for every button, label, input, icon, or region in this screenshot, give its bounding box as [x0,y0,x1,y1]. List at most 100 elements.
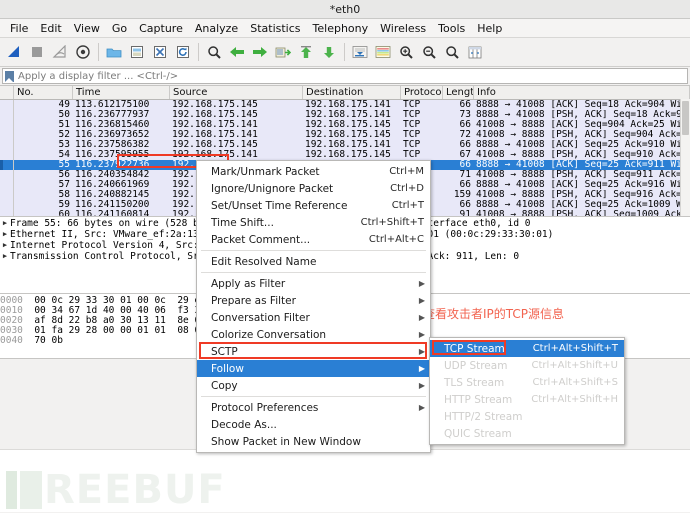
expand-arrow-icon[interactable]: ▶ [0,229,10,240]
resize-columns-icon[interactable] [464,41,486,63]
menu-file[interactable]: File [4,21,34,36]
context-menu-item-edit-resolved-name[interactable]: Edit Resolved Name [197,253,430,270]
packet-row-no: 49 [58,100,70,110]
column-header-no[interactable]: No. [14,86,73,99]
packet-row[interactable]: 54 116.237595955 192.168.175.141 192.168.17… [0,150,690,160]
zoom-reset-icon[interactable] [441,41,463,63]
packet-row-protocol: TCP [403,130,421,140]
expand-arrow-icon[interactable]: ▶ [0,218,10,229]
menu-go[interactable]: Go [106,21,133,36]
menu-capture[interactable]: Capture [133,21,189,36]
follow-submenu-item-tcp-stream[interactable]: TCP Stream Ctrl+Alt+Shift+T [430,340,624,357]
context-menu-item-time-shift[interactable]: Time Shift... Ctrl+Shift+T [197,214,430,231]
menu-wireless[interactable]: Wireless [374,21,432,36]
packet-row-source: 192.168.175.145 [172,140,258,150]
packet-row-info: 8888 → 41008 [ACK] Seq=25 Ack=911 Win=64… [476,160,690,170]
window-title: *eth0 [329,2,361,16]
packet-row-protocol: TCP [403,120,421,130]
watermark-text: REEBUF [44,467,226,513]
close-file-icon[interactable] [149,41,171,63]
context-menu-item-follow[interactable]: Follow ▶ [197,360,430,377]
context-menu-item-sctp[interactable]: SCTP ▶ [197,343,430,360]
menu-tools[interactable]: Tools [432,21,471,36]
packet-row-time: 116.240882145 [75,190,150,200]
context-menu-item-label: Decode As... [211,418,277,431]
packet-row[interactable]: 49 113.612175100 192.168.175.145 192.168.17… [0,100,690,110]
menu-view[interactable]: View [68,21,106,36]
go-back-icon[interactable] [226,41,248,63]
packet-row-time: 116.237586382 [75,140,150,150]
column-header-destination[interactable]: Destination [303,86,401,99]
zoom-out-icon[interactable] [418,41,440,63]
context-menu-item-shortcut: Ctrl+D [390,183,424,194]
restart-capture-icon[interactable] [49,41,71,63]
go-forward-icon[interactable] [249,41,271,63]
context-menu-item-copy[interactable]: Copy ▶ [197,377,430,394]
auto-scroll-icon[interactable] [349,41,371,63]
packet-row-info: 41008 → 8888 [PSH, ACK] Seq=916 Ack=25 W… [476,190,690,200]
packet-list-scrollbar[interactable] [680,99,690,216]
packet-row[interactable]: 50 116.236777937 192.168.175.145 192.168.17… [0,110,690,120]
colorize-icon[interactable] [372,41,394,63]
packet-row[interactable]: 52 116.236973652 192.168.175.141 192.168.17… [0,130,690,140]
context-menu-item-label: Colorize Conversation [211,328,327,341]
context-menu-item-prepare-as-filter[interactable]: Prepare as Filter ▶ [197,292,430,309]
packet-row-protocol: TCP [403,100,421,110]
context-menu-item-ignore-unignore-packet[interactable]: Ignore/Unignore Packet Ctrl+D [197,180,430,197]
capture-options-icon[interactable] [72,41,94,63]
packet-row-info: 41008 → 8888 [ACK] Seq=904 Ack=25 Win=64… [476,120,690,130]
submenu-arrow-icon: ▶ [418,279,425,288]
menu-statistics[interactable]: Statistics [244,21,306,36]
packet-row[interactable]: 53 116.237586382 192.168.175.145 192.168.17… [0,140,690,150]
context-menu-item-packet-comment[interactable]: Packet Comment... Ctrl+Alt+C [197,231,430,248]
context-menu-item-set-unset-time-reference[interactable]: Set/Unset Time Reference Ctrl+T [197,197,430,214]
menu-help[interactable]: Help [471,21,508,36]
packet-row-protocol: TCP [403,140,421,150]
expand-arrow-icon[interactable]: ▶ [0,251,10,262]
packet-row[interactable]: 51 116.236815460 192.168.175.141 192.168.17… [0,120,690,130]
follow-submenu[interactable]: TCP Stream Ctrl+Alt+Shift+T UDP Stream Ctrl… [429,337,625,445]
context-menu-item-protocol-preferences[interactable]: Protocol Preferences ▶ [197,399,430,416]
menu-telephony[interactable]: Telephony [307,21,375,36]
go-first-packet-icon[interactable] [295,41,317,63]
display-filter-bar: Apply a display filter ... <Ctrl-/> [0,67,690,86]
packet-row-no: 50 [58,110,70,120]
display-filter-input[interactable]: Apply a display filter ... <Ctrl-/> [2,68,688,84]
go-last-packet-icon[interactable] [318,41,340,63]
follow-submenu-item-http-stream: HTTP Stream Ctrl+Alt+Shift+H [430,391,624,408]
context-menu-separator [201,396,426,397]
context-menu-item-label: Set/Unset Time Reference [211,199,348,212]
find-packet-icon[interactable] [203,41,225,63]
packet-context-menu[interactable]: Mark/Unmark Packet Ctrl+M Ignore/Unignore … [196,160,431,453]
packet-row-no: 60 [58,210,70,217]
open-file-icon[interactable] [103,41,125,63]
menu-edit[interactable]: Edit [34,21,67,36]
column-header-protocol[interactable]: Protocol [401,86,443,99]
context-menu-item-conversation-filter[interactable]: Conversation Filter ▶ [197,309,430,326]
packet-row-time: 116.240354842 [75,170,150,180]
start-capture-icon[interactable] [3,41,25,63]
packet-row-info: 41008 → 8888 [PSH, ACK] Seq=910 Ack=25 W… [476,150,690,160]
packet-list-scroll-thumb[interactable] [682,101,689,135]
context-menu-item-decode-as[interactable]: Decode As... [197,416,430,433]
context-menu-item-colorize-conversation[interactable]: Colorize Conversation ▶ [197,326,430,343]
column-header-time[interactable]: Time [73,86,170,99]
context-menu-item-show-packet-in-new-window[interactable]: Show Packet in New Window [197,433,430,450]
menu-analyze[interactable]: Analyze [189,21,244,36]
context-menu-item-mark-unmark-packet[interactable]: Mark/Unmark Packet Ctrl+M [197,163,430,180]
filter-bookmark-icon[interactable] [5,70,14,82]
watermark-bar-2 [20,471,42,509]
follow-submenu-item-quic-stream: QUIC Stream [430,425,624,442]
packet-row-time: 113.612175100 [75,100,150,110]
save-file-icon[interactable] [126,41,148,63]
column-header-source[interactable]: Source [170,86,303,99]
zoom-in-icon[interactable] [395,41,417,63]
reload-file-icon[interactable] [172,41,194,63]
stop-capture-icon[interactable] [26,41,48,63]
expand-arrow-icon[interactable]: ▶ [0,240,10,251]
go-to-packet-icon[interactable] [272,41,294,63]
context-menu-item-apply-as-filter[interactable]: Apply as Filter ▶ [197,275,430,292]
context-menu-item-label: Protocol Preferences [211,401,319,414]
column-header-length[interactable]: Length [443,86,474,99]
column-header-info[interactable]: Info [474,86,690,99]
